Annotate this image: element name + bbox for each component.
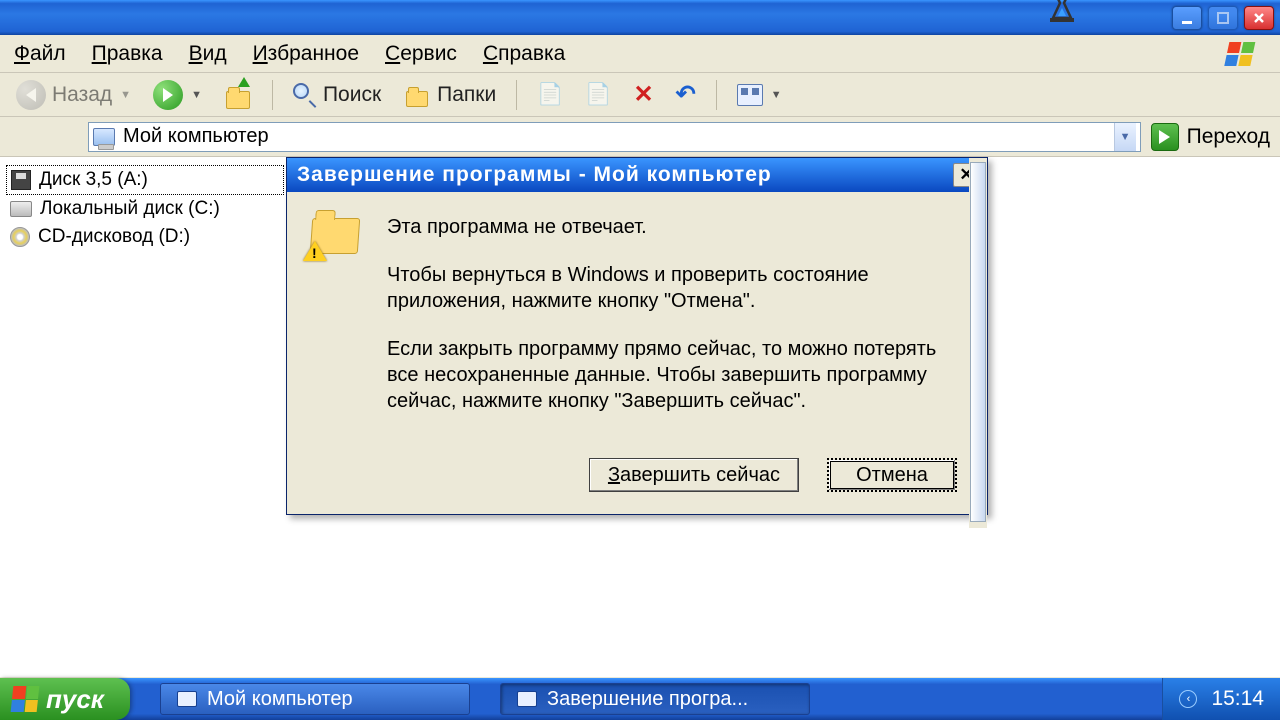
address-bar: Мой компьютер ▼ Переход [0, 117, 1280, 157]
windows-logo-icon [1214, 37, 1274, 71]
toolbar-separator [516, 80, 517, 110]
taskbar-item-label: Завершение програ... [547, 688, 748, 711]
forward-button[interactable]: ▼ [147, 78, 208, 112]
search-button[interactable]: Поиск [287, 78, 387, 112]
search-icon [293, 83, 317, 107]
views-icon [737, 84, 763, 106]
busy-cursor-icon [1044, 0, 1080, 24]
copy-to-button[interactable]: 📄 [579, 78, 617, 112]
go-button[interactable]: Переход [1151, 123, 1270, 151]
menu-view[interactable]: Вид [189, 42, 227, 66]
tree-item-local-disk[interactable]: Локальный диск (C:) [6, 195, 284, 223]
menu-edit[interactable]: Правка [92, 42, 163, 66]
copy-icon: 📄 [585, 83, 611, 107]
floppy-icon [11, 170, 31, 190]
taskbar-item-end-program[interactable]: Завершение програ... [500, 683, 810, 715]
menu-file[interactable]: Файл [14, 42, 66, 66]
window-minimize-button[interactable] [1172, 6, 1202, 30]
tree-item-label: CD-дисковод (D:) [38, 223, 190, 251]
toolbar: Назад ▼ ▼ Поиск Папки 📄 📄 ✕ ↶ ▼ [0, 73, 1280, 117]
dialog-scrollbar[interactable] [969, 158, 987, 528]
dialog-line-1: Эта программа не отвечает. [387, 214, 957, 240]
window-titlebar [0, 0, 1280, 35]
folders-icon [403, 83, 431, 107]
disk-icon [10, 201, 32, 217]
menu-bar: Файл Правка Вид Избранное Сервис Справка [0, 35, 1280, 73]
search-label: Поиск [323, 83, 381, 107]
address-dropdown-button[interactable]: ▼ [1114, 123, 1136, 151]
chevron-down-icon: ▼ [1120, 131, 1131, 143]
back-label: Назад [52, 83, 112, 107]
address-field[interactable]: Мой компьютер ▼ [88, 122, 1141, 152]
go-icon [1151, 123, 1179, 151]
chevron-down-icon: ▼ [191, 89, 202, 101]
undo-icon: ↶ [676, 80, 696, 109]
address-value: Мой компьютер [123, 125, 269, 148]
my-computer-icon [177, 691, 197, 707]
end-now-button[interactable]: Завершить сейчас [589, 458, 799, 492]
dialog-line-3: Если закрыть программу прямо сейчас, то … [387, 336, 957, 414]
cancel-button[interactable]: Отмена [827, 458, 957, 492]
folder-tree: Диск 3,5 (A:) Локальный диск (C:) CD-дис… [0, 157, 290, 677]
menu-tools[interactable]: Сервис [385, 42, 457, 66]
toolbar-separator [716, 80, 717, 110]
start-label: пуск [46, 684, 104, 715]
window-maximize-button[interactable] [1208, 6, 1238, 30]
tree-item-label: Диск 3,5 (A:) [39, 166, 148, 194]
tray-expand-button[interactable]: ‹ [1179, 690, 1197, 708]
go-label: Переход [1187, 125, 1270, 149]
back-button[interactable]: Назад ▼ [10, 78, 137, 112]
tree-item-label: Локальный диск (C:) [40, 195, 220, 223]
delete-button[interactable]: ✕ [628, 78, 660, 112]
delete-icon: ✕ [634, 80, 654, 109]
forward-icon [153, 80, 183, 110]
tree-item-floppy[interactable]: Диск 3,5 (A:) [6, 165, 284, 195]
chevron-down-icon: ▼ [120, 89, 131, 101]
folders-label: Папки [437, 83, 496, 107]
dialog-titlebar[interactable]: Завершение программы - Мой компьютер ✕ [287, 158, 987, 192]
tree-item-cd-drive[interactable]: CD-дисковод (D:) [6, 223, 284, 251]
content-area: Диск 3,5 (A:) Локальный диск (C:) CD-дис… [0, 157, 1280, 677]
chevron-down-icon: ▼ [771, 89, 782, 101]
menu-help[interactable]: Справка [483, 42, 565, 66]
start-button[interactable]: пуск [0, 678, 130, 720]
window-icon [517, 691, 537, 707]
back-icon [16, 80, 46, 110]
cd-icon [10, 227, 30, 247]
up-button[interactable] [218, 78, 258, 112]
taskbar-item-label: Мой компьютер [207, 688, 353, 711]
folder-up-icon [224, 81, 252, 109]
move-icon: 📄 [537, 83, 563, 107]
folders-button[interactable]: Папки [397, 78, 502, 112]
end-program-dialog: Завершение программы - Мой компьютер ✕ Э… [286, 157, 988, 515]
my-computer-icon [93, 128, 115, 146]
undo-button[interactable]: ↶ [670, 78, 702, 112]
menu-favorites[interactable]: Избранное [253, 42, 359, 66]
views-button[interactable]: ▼ [731, 78, 788, 112]
taskbar: пуск Мой компьютер Завершение програ... … [0, 678, 1280, 720]
window-close-button[interactable] [1244, 6, 1274, 30]
move-to-button[interactable]: 📄 [531, 78, 569, 112]
dialog-line-2: Чтобы вернуться в Windows и проверить со… [387, 262, 957, 314]
toolbar-separator [272, 80, 273, 110]
clock: 15:14 [1211, 687, 1264, 711]
taskbar-item-my-computer[interactable]: Мой компьютер [160, 683, 470, 715]
windows-logo-icon [11, 686, 40, 712]
dialog-message: Эта программа не отвечает. Чтобы вернуть… [387, 214, 957, 436]
system-tray: ‹ 15:14 [1162, 678, 1280, 720]
dialog-warning-icon [311, 214, 363, 436]
dialog-title-text: Завершение программы - Мой компьютер [297, 163, 772, 187]
